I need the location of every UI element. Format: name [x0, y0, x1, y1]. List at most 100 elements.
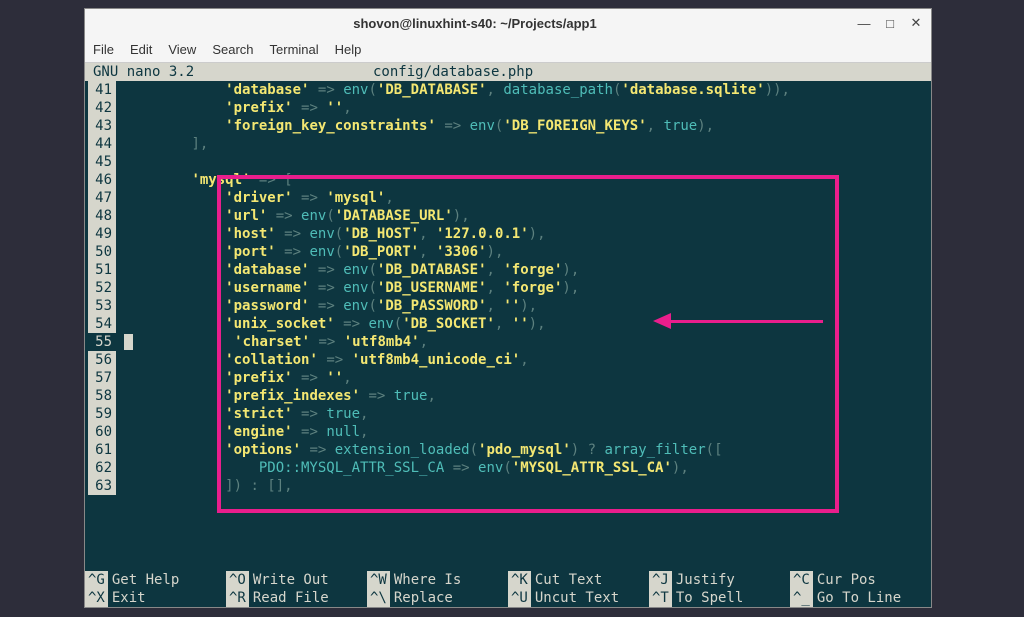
nano-shortcuts: ^GGet Help^OWrite Out^WWhere Is^KCut Tex…: [85, 571, 931, 607]
line-number: 48: [88, 207, 116, 225]
line-code[interactable]: 'port' => env('DB_PORT', '3306'),: [116, 243, 503, 261]
shortcut-label: Where Is: [390, 571, 461, 589]
shortcut-key: ^G: [85, 571, 108, 589]
shortcut-label: Exit: [108, 589, 146, 607]
line-code[interactable]: 'prefix' => '',: [116, 369, 352, 387]
line-code[interactable]: 'username' => env('DB_USERNAME', 'forge'…: [116, 279, 579, 297]
menu-edit[interactable]: Edit: [130, 42, 152, 57]
shortcut-key: ^K: [508, 571, 531, 589]
code-line[interactable]: 56 'collation' => 'utf8mb4_unicode_ci',: [85, 351, 931, 369]
code-line[interactable]: 48 'url' => env('DATABASE_URL'),: [85, 207, 931, 225]
line-number: 51: [88, 261, 116, 279]
terminal-window: shovon@linuxhint-s40: ~/Projects/app1 — …: [84, 8, 932, 608]
line-number: 58: [88, 387, 116, 405]
line-number: 53: [88, 297, 116, 315]
line-code[interactable]: 'prefix_indexes' => true,: [116, 387, 436, 405]
line-code[interactable]: PDO::MYSQL_ATTR_SSL_CA => env('MYSQL_ATT…: [116, 459, 689, 477]
shortcut-item: ^WWhere Is: [367, 571, 508, 589]
line-code[interactable]: 'foreign_key_constraints' => env('DB_FOR…: [116, 117, 714, 135]
shortcut-item: ^RRead File: [226, 589, 367, 607]
shortcut-key: ^_: [790, 589, 813, 607]
code-line[interactable]: 49 'host' => env('DB_HOST', '127.0.0.1')…: [85, 225, 931, 243]
shortcut-key: ^W: [367, 571, 390, 589]
line-number: 46: [88, 171, 116, 189]
line-number: 44: [88, 135, 116, 153]
line-code[interactable]: 'database' => env('DB_DATABASE', databas…: [116, 81, 790, 99]
menu-terminal[interactable]: Terminal: [270, 42, 319, 57]
code-line[interactable]: 43 'foreign_key_constraints' => env('DB_…: [85, 117, 931, 135]
code-line[interactable]: 46 'mysql' => [: [85, 171, 931, 189]
shortcut-item: ^GGet Help: [85, 571, 226, 589]
line-number: 63: [88, 477, 116, 495]
menu-search[interactable]: Search: [212, 42, 253, 57]
maximize-button[interactable]: □: [883, 16, 897, 30]
code-line[interactable]: 52 'username' => env('DB_USERNAME', 'for…: [85, 279, 931, 297]
shortcut-key: ^C: [790, 571, 813, 589]
line-number: 41: [88, 81, 116, 99]
code-area[interactable]: 41 'database' => env('DB_DATABASE', data…: [85, 81, 931, 495]
line-number: 54: [88, 315, 116, 333]
line-code[interactable]: 'password' => env('DB_PASSWORD', ''),: [116, 297, 537, 315]
shortcut-label: Read File: [249, 589, 329, 607]
line-code[interactable]: 'host' => env('DB_HOST', '127.0.0.1'),: [116, 225, 546, 243]
line-number: 42: [88, 99, 116, 117]
line-code[interactable]: 'driver' => 'mysql',: [116, 189, 394, 207]
line-code[interactable]: 'mysql' => [: [116, 171, 293, 189]
line-code[interactable]: 'engine' => null,: [116, 423, 368, 441]
menu-file[interactable]: File: [93, 42, 114, 57]
shortcut-item: ^XExit: [85, 589, 226, 607]
shortcut-key: ^R: [226, 589, 249, 607]
line-code[interactable]: 'url' => env('DATABASE_URL'),: [116, 207, 470, 225]
line-code[interactable]: 'strict' => true,: [116, 405, 368, 423]
code-line[interactable]: 50 'port' => env('DB_PORT', '3306'),: [85, 243, 931, 261]
menu-help[interactable]: Help: [335, 42, 362, 57]
line-number: 47: [88, 189, 116, 207]
line-number: 55: [88, 333, 116, 351]
code-line[interactable]: 45: [85, 153, 931, 171]
line-number: 49: [88, 225, 116, 243]
code-line[interactable]: 42 'prefix' => '',: [85, 99, 931, 117]
shortcut-label: Replace: [390, 589, 453, 607]
shortcut-item: ^CCur Pos: [790, 571, 931, 589]
shortcut-key: ^\: [367, 589, 390, 607]
line-code[interactable]: 'options' => extension_loaded('pdo_mysql…: [116, 441, 723, 459]
shortcut-label: Write Out: [249, 571, 329, 589]
code-line[interactable]: 51 'database' => env('DB_DATABASE', 'for…: [85, 261, 931, 279]
code-line[interactable]: 58 'prefix_indexes' => true,: [85, 387, 931, 405]
code-line[interactable]: 63 ]) : [],: [85, 477, 931, 495]
line-code[interactable]: 'collation' => 'utf8mb4_unicode_ci',: [116, 351, 529, 369]
shortcut-item: ^UUncut Text: [508, 589, 649, 607]
code-line[interactable]: 44 ],: [85, 135, 931, 153]
line-number: 52: [88, 279, 116, 297]
terminal-content[interactable]: GNU nano 3.2 config/database.php 41 'dat…: [85, 63, 931, 607]
menubar: File Edit View Search Terminal Help: [85, 37, 931, 63]
shortcut-label: Cur Pos: [813, 571, 876, 589]
shortcut-key: ^J: [649, 571, 672, 589]
line-code[interactable]: 'unix_socket' => env('DB_SOCKET', ''),: [116, 315, 546, 333]
code-line[interactable]: 47 'driver' => 'mysql',: [85, 189, 931, 207]
line-number: 45: [88, 153, 116, 171]
titlebar[interactable]: shovon@linuxhint-s40: ~/Projects/app1 — …: [85, 9, 931, 37]
close-button[interactable]: ✕: [909, 16, 923, 30]
code-line[interactable]: 53 'password' => env('DB_PASSWORD', ''),: [85, 297, 931, 315]
code-line[interactable]: 57 'prefix' => '',: [85, 369, 931, 387]
line-code[interactable]: 'database' => env('DB_DATABASE', 'forge'…: [116, 261, 579, 279]
minimize-button[interactable]: —: [857, 16, 871, 30]
code-line[interactable]: 62 PDO::MYSQL_ATTR_SSL_CA => env('MYSQL_…: [85, 459, 931, 477]
nano-version: GNU nano 3.2: [93, 63, 373, 81]
shortcut-key: ^X: [85, 589, 108, 607]
line-code[interactable]: [116, 153, 124, 171]
menu-view[interactable]: View: [168, 42, 196, 57]
shortcut-label: Get Help: [108, 571, 179, 589]
code-line[interactable]: 60 'engine' => null,: [85, 423, 931, 441]
code-line[interactable]: 59 'strict' => true,: [85, 405, 931, 423]
line-code[interactable]: 'charset' => 'utf8mb4',: [116, 333, 428, 351]
code-line[interactable]: 55 'charset' => 'utf8mb4',: [85, 333, 931, 351]
line-code[interactable]: ]) : [],: [116, 477, 293, 495]
code-line[interactable]: 41 'database' => env('DB_DATABASE', data…: [85, 81, 931, 99]
line-code[interactable]: ],: [116, 135, 208, 153]
shortcut-label: Uncut Text: [531, 589, 619, 607]
line-code[interactable]: 'prefix' => '',: [116, 99, 352, 117]
shortcut-item: ^TTo Spell: [649, 589, 790, 607]
code-line[interactable]: 61 'options' => extension_loaded('pdo_my…: [85, 441, 931, 459]
